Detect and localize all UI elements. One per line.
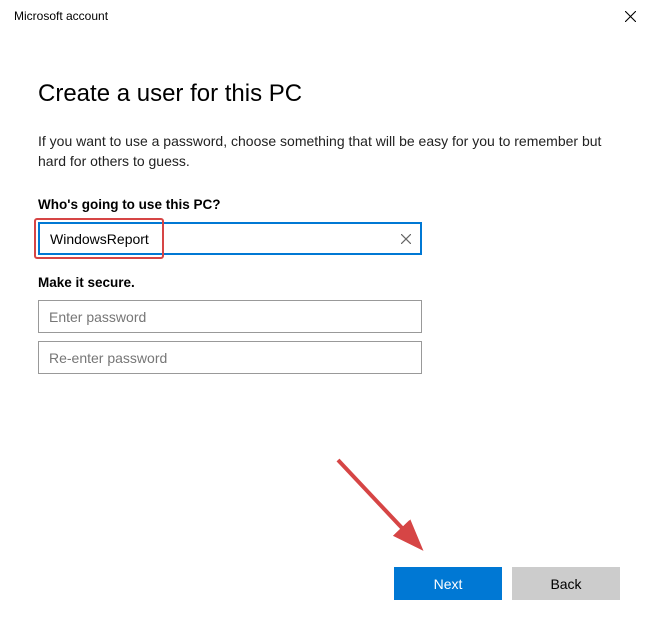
content-area: Create a user for this PC If you want to… xyxy=(0,32,654,634)
password-group xyxy=(38,300,422,382)
page-heading: Create a user for this PC xyxy=(38,80,620,108)
page-description: If you want to use a password, choose so… xyxy=(38,132,620,171)
password-label: Make it secure. xyxy=(38,275,620,290)
username-input[interactable] xyxy=(38,222,422,255)
username-input-wrap xyxy=(38,222,422,255)
window-title: Microsoft account xyxy=(14,9,108,23)
password-input[interactable] xyxy=(38,300,422,333)
close-button[interactable] xyxy=(614,3,646,29)
back-button[interactable]: Back xyxy=(512,567,620,600)
username-label: Who's going to use this PC? xyxy=(38,197,620,212)
close-icon xyxy=(625,11,636,22)
clear-username-button[interactable] xyxy=(398,231,414,247)
titlebar: Microsoft account xyxy=(0,0,654,32)
x-icon xyxy=(401,234,411,244)
annotation-arrow xyxy=(328,450,448,570)
password-confirm-input[interactable] xyxy=(38,341,422,374)
footer-buttons: Next Back xyxy=(38,567,620,614)
next-button[interactable]: Next xyxy=(394,567,502,600)
dialog-window: Microsoft account Create a user for this… xyxy=(0,0,654,634)
